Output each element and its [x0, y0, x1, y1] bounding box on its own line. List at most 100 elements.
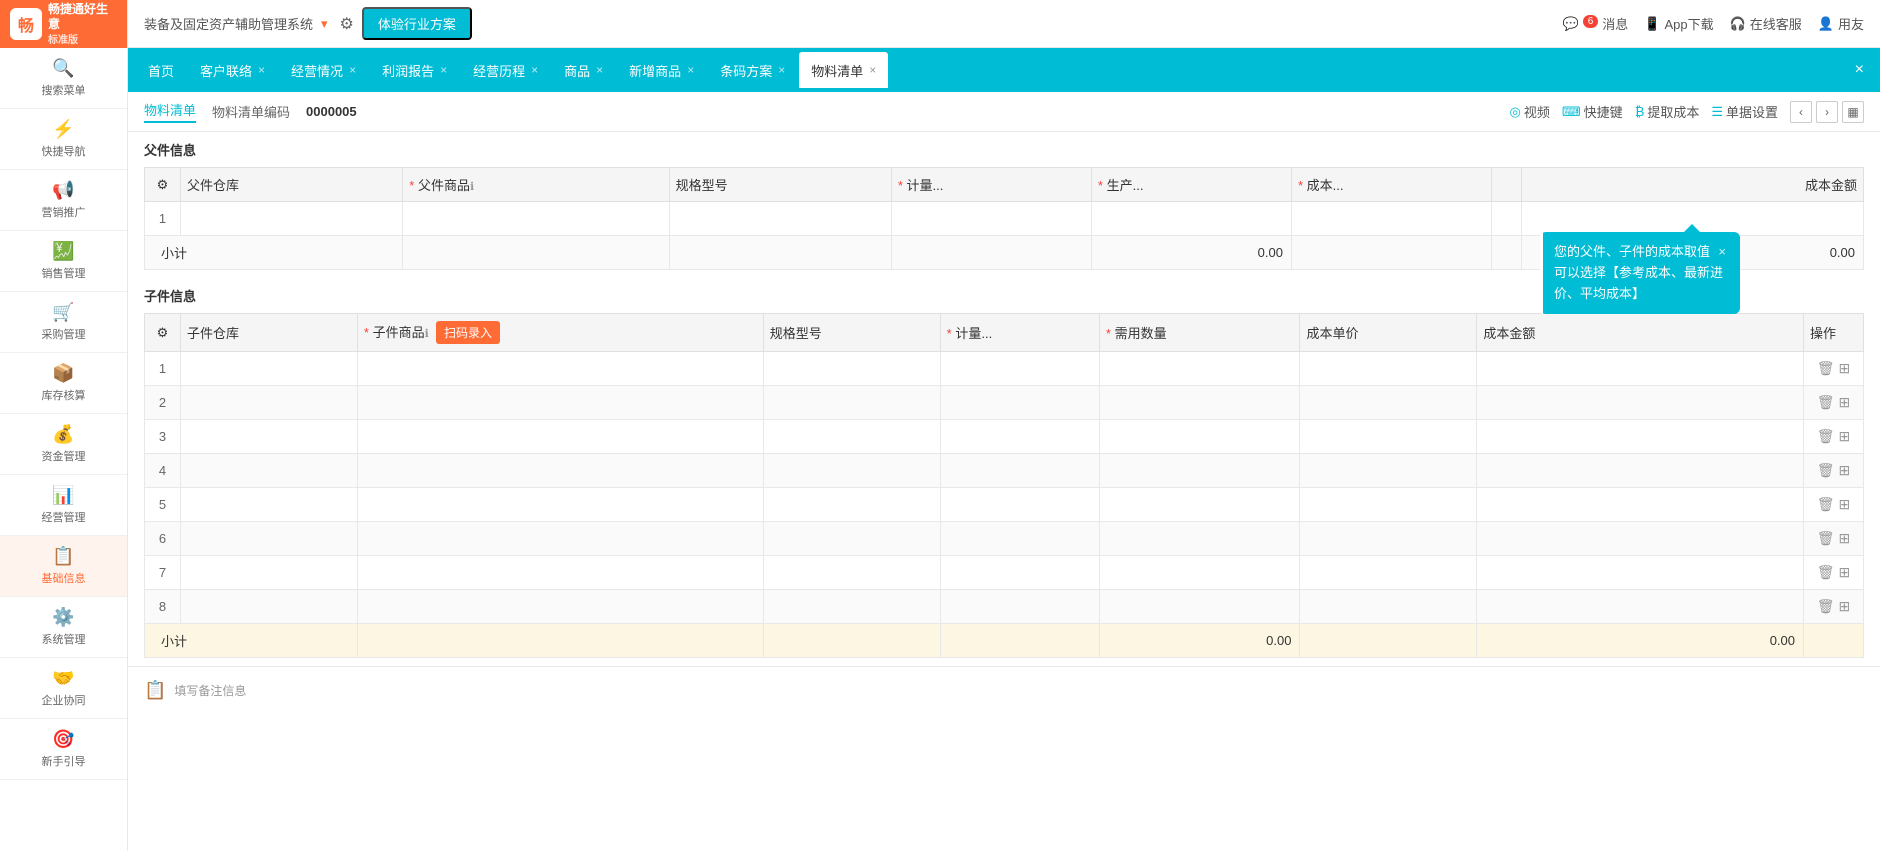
cell-child-qty[interactable] [1099, 590, 1300, 624]
th-settings[interactable]: ⚙ [145, 168, 181, 202]
cell-child-unit-cost[interactable] [1300, 352, 1477, 386]
cell-child-warehouse[interactable] [181, 386, 358, 420]
trial-button[interactable]: 体验行业方案 [362, 7, 472, 40]
cell-child-warehouse[interactable] [181, 488, 358, 522]
tab-close-icon[interactable]: × [258, 63, 265, 77]
cell-child-unit-cost[interactable] [1300, 556, 1477, 590]
cell-child-spec[interactable] [763, 352, 940, 386]
cell-child-spec[interactable] [763, 590, 940, 624]
cell-child-warehouse[interactable] [181, 590, 358, 624]
cell-child-warehouse[interactable] [181, 522, 358, 556]
cell-child-unit[interactable] [940, 454, 1099, 488]
cell-child-unit[interactable] [940, 556, 1099, 590]
copy-icon[interactable]: ⊞ [1839, 598, 1851, 615]
tab-close-icon[interactable]: × [778, 63, 785, 77]
cell-child-unit[interactable] [940, 420, 1099, 454]
delete-icon[interactable]: 🗑 [1817, 564, 1835, 581]
sidebar-item-inventory[interactable]: 📦 库存核算 [0, 353, 127, 414]
sidebar-item-quicknav[interactable]: ⚡ 快捷导航 [0, 109, 127, 170]
cell-child-unit[interactable] [940, 522, 1099, 556]
cell-child-unit[interactable] [940, 352, 1099, 386]
system-dropdown[interactable]: ▾ [321, 16, 328, 32]
app-download-item[interactable]: 📱 App下载 [1644, 14, 1713, 33]
cell-child-spec[interactable] [763, 556, 940, 590]
cell-child-unit-cost[interactable] [1300, 386, 1477, 420]
cell-child-warehouse[interactable] [181, 420, 358, 454]
tab-close-icon[interactable]: × [531, 63, 538, 77]
copy-icon[interactable]: ⊞ [1839, 394, 1851, 411]
cell-child-spec[interactable] [763, 488, 940, 522]
scan-button[interactable]: 扫码录入 [436, 321, 500, 344]
tab-home[interactable]: 首页 [136, 52, 186, 88]
th-child-settings[interactable]: ⚙ [145, 314, 181, 352]
cell-child-qty[interactable] [1099, 420, 1300, 454]
sidebar-item-purchase[interactable]: 🛒 采购管理 [0, 292, 127, 353]
delete-icon[interactable]: 🗑 [1817, 598, 1835, 615]
cell-child-goods[interactable] [357, 420, 763, 454]
nav-close-button[interactable]: × [1847, 57, 1872, 83]
tab-close-icon[interactable]: × [596, 63, 603, 77]
cell-child-qty[interactable] [1099, 352, 1300, 386]
tab-profit[interactable]: 利润报告× [370, 52, 459, 88]
grid-button[interactable]: ▦ [1842, 101, 1864, 123]
cell-child-unit[interactable] [940, 590, 1099, 624]
cell-child-unit-cost[interactable] [1300, 488, 1477, 522]
message-item[interactable]: 💬 6 消息 [1563, 14, 1629, 33]
cell-child-warehouse[interactable] [181, 556, 358, 590]
delete-icon[interactable]: 🗑 [1817, 428, 1835, 445]
cell-child-unit-cost[interactable] [1300, 420, 1477, 454]
online-service-item[interactable]: 🎧 在线客服 [1730, 14, 1802, 33]
cell-child-warehouse[interactable] [181, 352, 358, 386]
delete-icon[interactable]: 🗑 [1817, 496, 1835, 513]
cell-child-spec[interactable] [763, 386, 940, 420]
copy-icon[interactable]: ⊞ [1839, 428, 1851, 445]
sidebar-item-sales[interactable]: 💹 销售管理 [0, 231, 127, 292]
cell-child-unit-cost[interactable] [1300, 454, 1477, 488]
tab-customers[interactable]: 客户联络× [188, 52, 277, 88]
tooltip-close[interactable]: × [1718, 242, 1726, 263]
cell-child-qty[interactable] [1099, 556, 1300, 590]
shortcut-action[interactable]: ⌨ 快捷键 [1562, 102, 1623, 121]
cell-child-unit[interactable] [940, 488, 1099, 522]
cell-child-spec[interactable] [763, 522, 940, 556]
user-item[interactable]: 👤 用友 [1818, 14, 1864, 33]
sidebar-item-marketing[interactable]: 📢 营销推广 [0, 170, 127, 231]
prev-button[interactable]: ‹ [1790, 101, 1812, 123]
cell-unit[interactable] [891, 202, 1091, 236]
bom-tab[interactable]: 物料清单 [144, 100, 196, 123]
delete-icon[interactable]: 🗑 [1817, 360, 1835, 377]
sidebar-item-system[interactable]: ⚙️ 系统管理 [0, 597, 127, 658]
cell-goods[interactable] [403, 202, 669, 236]
sidebar-item-guide[interactable]: 🎯 新手引导 [0, 719, 127, 780]
cell-child-goods[interactable] [357, 386, 763, 420]
sidebar-item-enterprise[interactable]: 🤝 企业协同 [0, 658, 127, 719]
cell-child-goods[interactable] [357, 352, 763, 386]
tab-close-icon[interactable]: × [440, 63, 447, 77]
copy-icon[interactable]: ⊞ [1839, 496, 1851, 513]
cell-child-warehouse[interactable] [181, 454, 358, 488]
delete-icon[interactable]: 🗑 [1817, 530, 1835, 547]
cell-warehouse[interactable] [181, 202, 403, 236]
tab-barcode[interactable]: 条码方案× [708, 52, 797, 88]
sidebar-item-operation[interactable]: 📊 经营管理 [0, 475, 127, 536]
tab-bom[interactable]: 物料清单× [799, 52, 888, 88]
cell-child-goods[interactable] [357, 522, 763, 556]
copy-icon[interactable]: ⊞ [1839, 360, 1851, 377]
cell-produce[interactable] [1091, 202, 1291, 236]
cell-child-qty[interactable] [1099, 522, 1300, 556]
sidebar-item-search[interactable]: 🔍 搜索菜单 [0, 48, 127, 109]
tab-close-icon[interactable]: × [349, 63, 356, 77]
cell-child-goods[interactable] [357, 488, 763, 522]
copy-icon[interactable]: ⊞ [1839, 564, 1851, 581]
cell-child-goods[interactable] [357, 556, 763, 590]
settings-icon[interactable]: ⚙ [340, 14, 354, 34]
cell-spec[interactable] [669, 202, 891, 236]
cell-child-goods[interactable] [357, 454, 763, 488]
video-action[interactable]: ◎ 视频 [1510, 102, 1550, 121]
copy-icon[interactable]: ⊞ [1839, 462, 1851, 479]
delete-icon[interactable]: 🗑 [1817, 462, 1835, 479]
cell-child-qty[interactable] [1099, 488, 1300, 522]
cell-child-qty[interactable] [1099, 386, 1300, 420]
tab-history[interactable]: 经营历程× [461, 52, 550, 88]
tab-close-icon[interactable]: × [687, 63, 694, 77]
